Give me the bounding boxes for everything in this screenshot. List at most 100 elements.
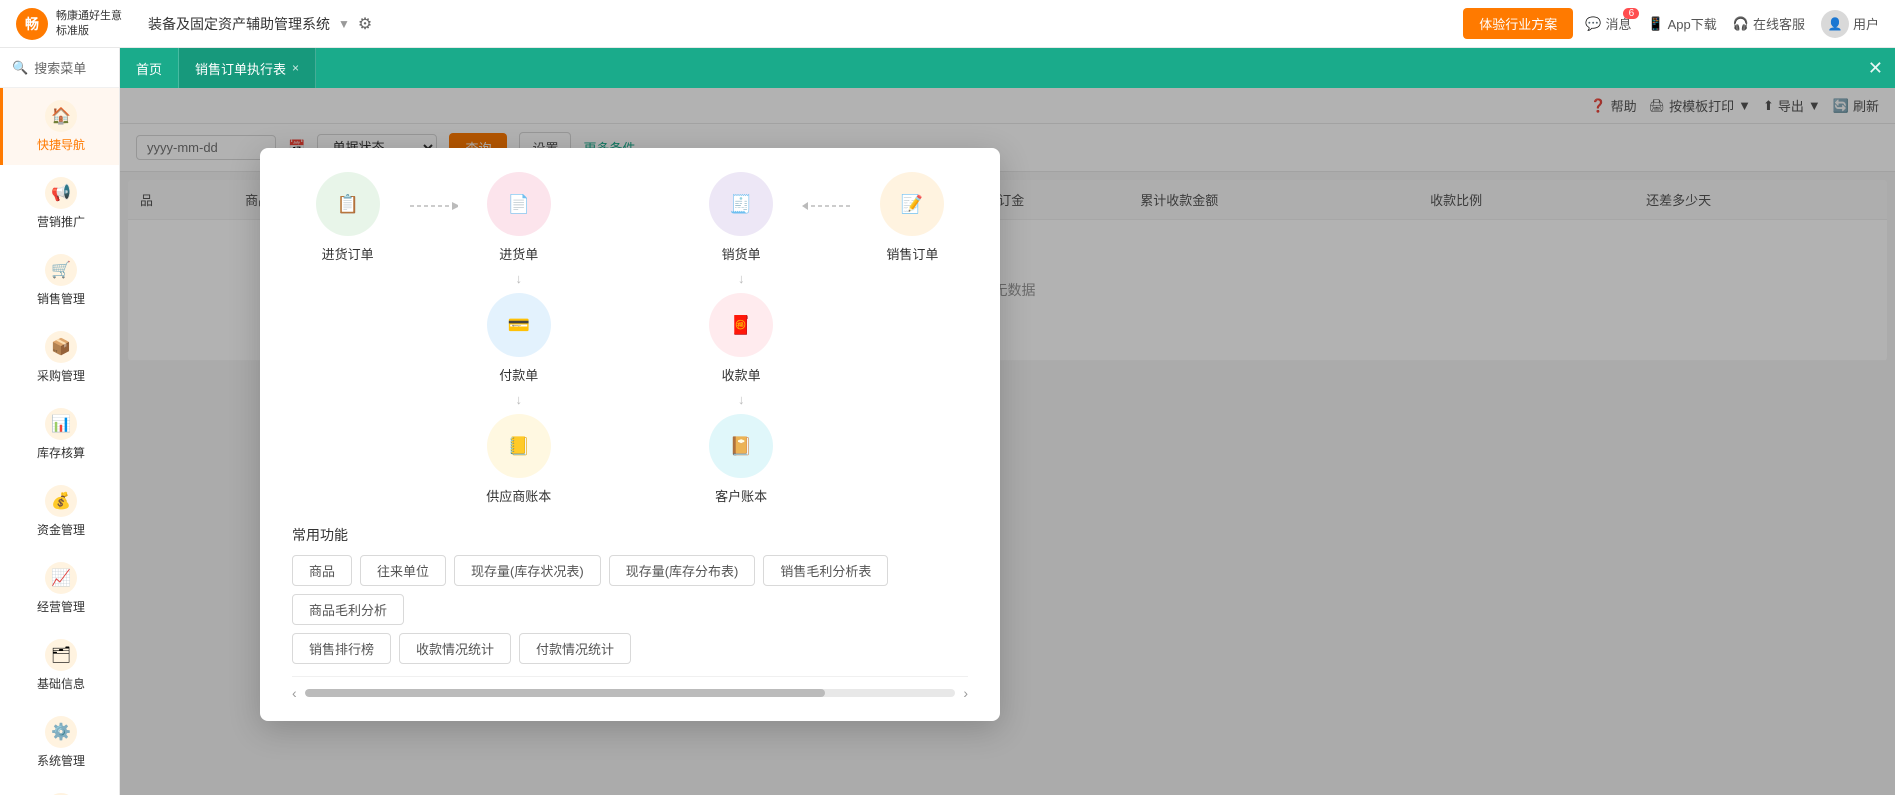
scroll-right-icon[interactable]: ›: [963, 685, 968, 701]
operations-icon: 📈: [45, 562, 77, 594]
tab-sales-order-exec-label: 销售订单执行表: [195, 59, 286, 78]
sidebar-item-sales[interactable]: 🛒 销售管理: [0, 242, 119, 319]
online-service-label: 在线客服: [1753, 14, 1805, 33]
arrow-sales-order-to-bill: [802, 198, 852, 214]
svg-text:💳: 💳: [508, 315, 530, 335]
flow-node-receipt-bill[interactable]: 🧧 收款单: [709, 293, 773, 384]
sidebar-item-marketing-label: 营销推广: [37, 213, 85, 230]
settings-icon[interactable]: ⚙: [358, 14, 372, 34]
sidebar-item-operations-label: 经营管理: [37, 598, 85, 615]
sidebar-item-quick-label: 快捷导航: [37, 136, 85, 153]
arrow-down-sales-bill: ↓: [738, 271, 745, 286]
common-btn-payment-stat[interactable]: 付款情况统计: [519, 633, 631, 664]
scrollbar-track[interactable]: [305, 689, 956, 697]
sidebar-item-basic-label: 基础信息: [37, 675, 85, 692]
tab-home[interactable]: 首页: [120, 48, 179, 88]
purchase-icon: 📦: [45, 331, 77, 363]
customer-account-circle[interactable]: 📔: [709, 414, 773, 478]
app-download-label: App下载: [1668, 14, 1717, 33]
common-btn-receipt-stat[interactable]: 收款情况统计: [399, 633, 511, 664]
svg-text:🧧: 🧧: [730, 314, 752, 335]
sidebar-item-operations[interactable]: 📈 经营管理: [0, 550, 119, 627]
online-service-item[interactable]: 🎧 在线客服: [1733, 14, 1805, 33]
common-functions-title: 常用功能: [292, 525, 968, 545]
purchase-bill-circle[interactable]: 📄: [487, 172, 551, 236]
flow-node-sales-bill[interactable]: 🧾 销货单: [709, 172, 773, 263]
avatar: 👤: [1821, 10, 1849, 38]
supplier-account-circle[interactable]: 📒: [487, 414, 551, 478]
svg-text:📔: 📔: [730, 436, 752, 456]
sidebar-item-system[interactable]: ⚙️ 系统管理: [0, 704, 119, 781]
receipt-bill-label: 收款单: [722, 365, 761, 384]
finance-icon: 💰: [45, 485, 77, 517]
sales-order-circle[interactable]: 📝: [880, 172, 944, 236]
receipt-bill-circle[interactable]: 🧧: [709, 293, 773, 357]
common-btns-row2: 销售排行榜 收款情况统计 付款情况统计: [292, 633, 968, 664]
sales-icon: 🛒: [45, 254, 77, 286]
sidebar-item-finance[interactable]: 💰 资金管理: [0, 473, 119, 550]
sidebar-item-quick[interactable]: 🏠 快捷导航: [0, 88, 119, 165]
svg-text:📄: 📄: [508, 193, 530, 214]
common-btn-sales-rank[interactable]: 销售排行榜: [292, 633, 391, 664]
arrow-purchase-to-bill: [408, 198, 458, 214]
sidebar-item-inventory-label: 库存核算: [37, 444, 85, 461]
top-header: 畅 畅康通好生意 标准版 装备及固定资产辅助管理系统 ▼ ⚙ 体验行业方案 💬 …: [0, 0, 1895, 48]
sidebar-item-marketing[interactable]: 📢 营销推广: [0, 165, 119, 242]
common-btn-sales-profit[interactable]: 销售毛利分析表: [763, 555, 888, 586]
modal-overlay[interactable]: 📋 进货订单 📄 进货单: [120, 88, 1895, 795]
tab-sales-order-exec[interactable]: 销售订单执行表 ×: [179, 48, 316, 88]
sidebar-item-enterprise[interactable]: 🤝 企业协同: [0, 781, 119, 795]
sidebar-item-purchase[interactable]: 📦 采购管理: [0, 319, 119, 396]
common-btn-counterpart[interactable]: 往来单位: [360, 555, 446, 586]
online-service-icon: 🎧: [1733, 16, 1749, 32]
user-label: 用户: [1853, 14, 1879, 33]
svg-text:📒: 📒: [508, 436, 530, 456]
sales-order-label: 销售订单: [886, 244, 938, 263]
common-btn-stock-status[interactable]: 现存量(库存状况表): [454, 555, 601, 586]
sidebar-search[interactable]: 🔍 搜索菜单: [0, 48, 119, 88]
user-item[interactable]: 👤 用户: [1821, 10, 1879, 38]
message-item[interactable]: 💬 消息 6: [1585, 14, 1631, 33]
flow-node-purchase-order[interactable]: 📋 进货订单: [316, 172, 380, 263]
payment-bill-circle[interactable]: 💳: [487, 293, 551, 357]
sidebar-item-basic[interactable]: 🗂 基础信息: [0, 627, 119, 704]
common-btn-product-profit[interactable]: 商品毛利分析: [292, 594, 404, 625]
svg-text:📝: 📝: [901, 193, 923, 214]
sidebar-item-inventory[interactable]: 📊 库存核算: [0, 396, 119, 473]
common-functions-section: 常用功能 商品 往来单位 现存量(库存状况表) 现存量(库存分布表) 销售毛利分…: [292, 525, 968, 664]
main-content: 首页 销售订单执行表 × ✕ ❓ 帮助 🖨: [120, 48, 1895, 795]
tab-home-label: 首页: [136, 59, 162, 78]
flow-node-customer-account[interactable]: 📔 客户账本: [709, 414, 773, 505]
basic-icon: 🗂: [45, 639, 77, 671]
tab-close-icon[interactable]: ×: [292, 61, 299, 75]
scrollbar-thumb: [305, 689, 826, 697]
app-download-item[interactable]: 📱 App下载: [1647, 14, 1716, 33]
page-area: ❓ 帮助 🖨 按模板打印 ▼ ⬆ 导出 ▼ 🔄: [120, 88, 1895, 795]
flow-node-purchase-bill[interactable]: 📄 进货单: [487, 172, 551, 263]
customer-account-label: 客户账本: [715, 486, 767, 505]
app-layout: 🔍 搜索菜单 🏠 快捷导航 📢 营销推广 🛒 销售管理 📦 采购管理 📊 库存核…: [0, 48, 1895, 795]
common-btn-stock-dist[interactable]: 现存量(库存分布表): [609, 555, 756, 586]
system-name: 装备及固定资产辅助管理系统: [148, 14, 330, 34]
logo-text: 畅康通好生意 标准版: [56, 9, 122, 38]
purchase-order-circle[interactable]: 📋: [316, 172, 380, 236]
flow-node-payment-bill[interactable]: 💳 付款单: [487, 293, 551, 384]
close-all-tabs-icon[interactable]: ✕: [1868, 58, 1883, 79]
sidebar-item-sales-label: 销售管理: [37, 290, 85, 307]
arrow-down-purchase-bill: ↓: [516, 271, 523, 286]
system-dropdown-icon[interactable]: ▼: [338, 17, 350, 31]
system-icon: ⚙️: [45, 716, 77, 748]
purchase-order-label: 进货订单: [322, 244, 374, 263]
flow-node-supplier-account[interactable]: 📒 供应商账本: [486, 414, 551, 505]
sales-bill-circle[interactable]: 🧾: [709, 172, 773, 236]
flow-modal: 📋 进货订单 📄 进货单: [260, 148, 1000, 721]
marketing-icon: 📢: [45, 177, 77, 209]
system-title: 装备及固定资产辅助管理系统 ▼ ⚙: [148, 14, 1451, 34]
tab-bar: 首页 销售订单执行表 × ✕: [120, 48, 1895, 88]
scroll-left-icon[interactable]: ‹: [292, 685, 297, 701]
flow-node-sales-order[interactable]: 📝 销售订单: [880, 172, 944, 263]
quick-nav-icon: 🏠: [45, 100, 77, 132]
experience-button[interactable]: 体验行业方案: [1463, 8, 1573, 39]
inventory-icon: 📊: [45, 408, 77, 440]
common-btn-product[interactable]: 商品: [292, 555, 352, 586]
